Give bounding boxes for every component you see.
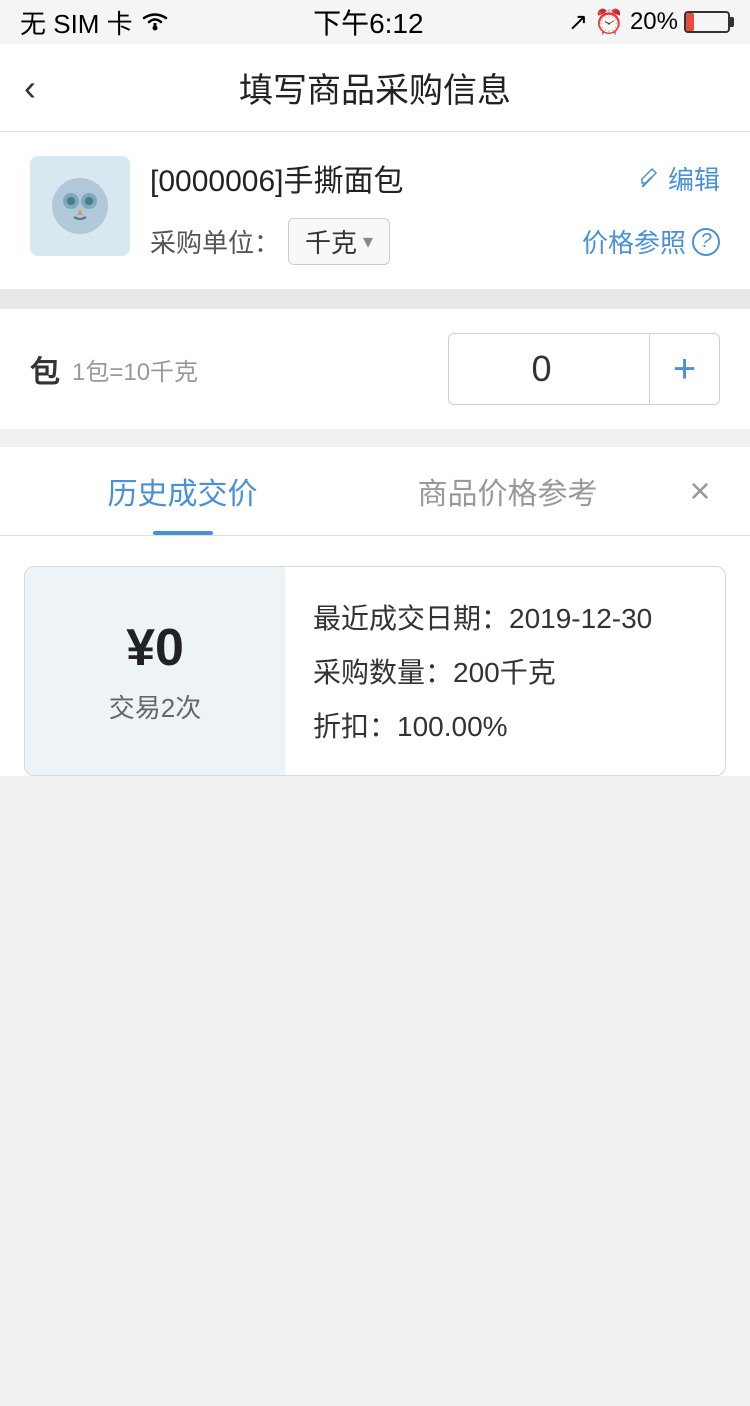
product-header: [0000006]手撕面包 编辑	[150, 156, 720, 200]
price-ref-label: 价格参照	[582, 223, 686, 260]
price-value: 0	[155, 619, 184, 677]
wifi-icon	[141, 7, 169, 38]
tab-product-price-ref[interactable]: 商品价格参考	[345, 447, 670, 535]
status-bar: 无 SIM 卡 下午6:12 ↗ ⏰ 20%	[0, 0, 750, 44]
product-info: [0000006]手撕面包 编辑 采购单位： 千克 ▾	[150, 156, 720, 265]
location-icon: ↗	[568, 8, 588, 37]
quantity-input[interactable]	[449, 334, 649, 404]
price-card-left: ¥0 交易2次	[25, 567, 285, 775]
edit-button[interactable]: 编辑	[638, 160, 720, 197]
carrier-text: 无 SIM 卡	[20, 4, 133, 41]
date-label: 最近成交日期：	[313, 603, 509, 634]
qty-unit-sub: 1包=10千克	[72, 352, 198, 387]
price-reference-button[interactable]: 价格参照 ?	[582, 223, 720, 260]
product-thumbnail	[30, 156, 130, 256]
price-card: ¥0 交易2次 最近成交日期：2019-12-30 采购数量：200千克 折扣：…	[24, 566, 726, 776]
status-time: 下午6:12	[313, 2, 424, 42]
info-icon: ?	[692, 228, 720, 256]
product-name: [0000006]手撕面包	[150, 156, 403, 200]
tabs-row: 历史成交价 商品价格参考 ×	[0, 447, 750, 536]
qty-unit-badge: 包	[30, 347, 60, 391]
bottom-panel: 历史成交价 商品价格参考 × ¥0 交易2次 最近成交日期：2019-12-30…	[0, 447, 750, 776]
product-row: [0000006]手撕面包 编辑 采购单位： 千克 ▾	[30, 156, 720, 265]
page-title: 填写商品采购信息	[239, 63, 511, 112]
price-detail-qty: 采购数量：200千克	[313, 651, 697, 691]
discount-label: 折扣：	[313, 711, 397, 742]
date-value: 2019-12-30	[509, 603, 652, 634]
empty-area	[0, 806, 750, 1406]
qty-plus-button[interactable]: +	[649, 334, 719, 404]
unit-value: 千克	[305, 223, 357, 260]
tab-active-underline	[153, 531, 213, 535]
product-card: [0000006]手撕面包 编辑 采购单位： 千克 ▾	[0, 132, 750, 289]
alarm-icon: ⏰	[594, 8, 624, 37]
section-divider	[0, 289, 750, 309]
price-detail-date: 最近成交日期：2019-12-30	[313, 597, 697, 637]
quantity-row: 包 1包=10千克 +	[0, 309, 750, 429]
qty-label: 采购数量：	[313, 657, 453, 688]
status-right: ↗ ⏰ 20%	[568, 8, 730, 37]
chevron-down-icon: ▾	[363, 229, 373, 254]
status-left: 无 SIM 卡	[20, 4, 169, 41]
product-unit-row: 采购单位： 千克 ▾ 价格参照 ?	[150, 218, 720, 265]
price-detail-discount: 折扣：100.00%	[313, 705, 697, 745]
tab-history-price-label: 历史成交价	[108, 469, 258, 513]
unit-select[interactable]: 千克 ▾	[288, 218, 390, 265]
tab-product-price-ref-label: 商品价格参考	[418, 469, 598, 513]
tab-history-price[interactable]: 历史成交价	[20, 447, 345, 535]
qty-unit-info: 包 1包=10千克	[30, 347, 198, 391]
back-button[interactable]: ‹	[24, 67, 36, 109]
qty-input-group: +	[448, 333, 720, 405]
unit-section: 采购单位： 千克 ▾	[150, 218, 390, 265]
tab-close-button[interactable]: ×	[670, 447, 730, 535]
nav-bar: ‹ 填写商品采购信息	[0, 44, 750, 132]
battery-percent: 20%	[630, 8, 678, 36]
price-card-right: 最近成交日期：2019-12-30 采购数量：200千克 折扣：100.00%	[285, 567, 725, 775]
qty-value: 200千克	[453, 657, 556, 688]
price-amount: ¥0	[126, 618, 184, 678]
unit-label: 采购单位：	[150, 223, 280, 260]
price-transactions: 交易2次	[109, 688, 201, 725]
discount-value: 100.00%	[397, 711, 508, 742]
edit-label: 编辑	[668, 160, 720, 197]
battery-icon	[684, 11, 730, 33]
currency-symbol: ¥	[126, 619, 155, 677]
